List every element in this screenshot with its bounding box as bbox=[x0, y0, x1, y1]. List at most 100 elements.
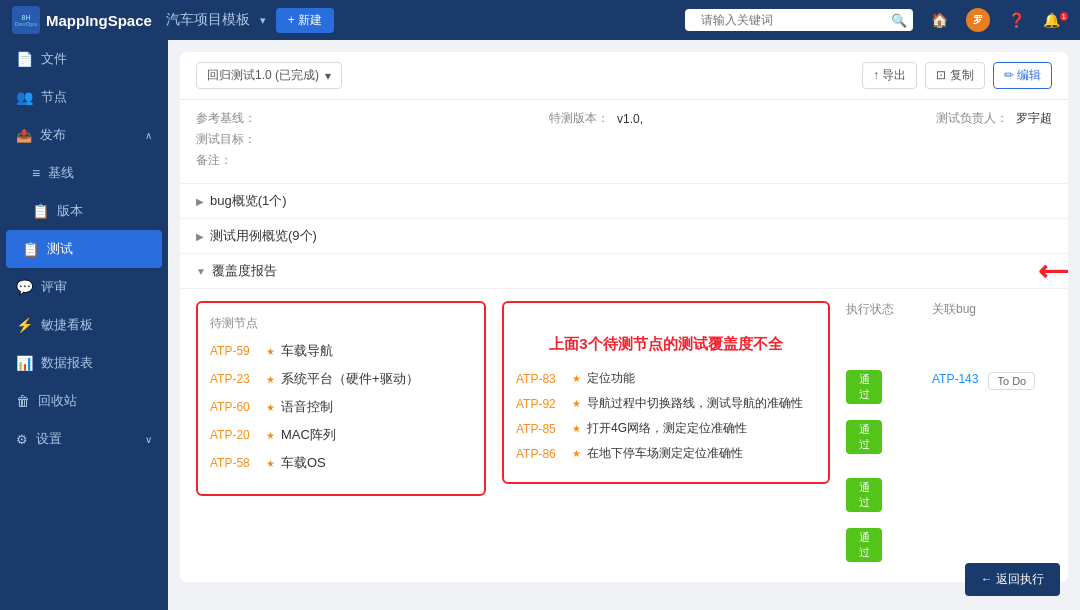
sidebar-item-dashboard[interactable]: ⚡ 敏捷看板 bbox=[0, 306, 168, 344]
nodes-icon: 👥 bbox=[16, 89, 33, 105]
project-dropdown-icon[interactable]: ▾ bbox=[260, 14, 266, 27]
sidebar-item-settings[interactable]: ⚙ 设置 ∨ bbox=[0, 420, 168, 458]
coverage-section-label: 覆盖度报告 bbox=[212, 262, 277, 280]
testcases-section-header[interactable]: ▶ 测试用例概览(9个) bbox=[180, 219, 1068, 254]
settings-expand-icon: ∨ bbox=[145, 434, 152, 445]
dashboard-icon: ⚡ bbox=[16, 317, 33, 333]
target-label: 测试目标： bbox=[196, 131, 256, 148]
topbar: 8H DevOps MappIngSpace 汽车项目模板 ▾ + 新建 🔍 🏠… bbox=[0, 0, 1080, 40]
case-row-atp86: ATP-86 ★ 在地下停车场测定定位准确性 bbox=[516, 445, 816, 462]
bug-group2 bbox=[932, 478, 1052, 570]
breadcrumb-dropdown-icon: ▾ bbox=[325, 69, 331, 83]
status-badge-atp86: 通过 bbox=[846, 528, 882, 562]
logo: 8H DevOps MappIngSpace bbox=[12, 6, 152, 34]
case-group-2: ATP-85 ★ 打开4G网络，测定定位准确性 ATP-86 ★ 在地下停车场测… bbox=[516, 420, 816, 462]
col-headers-row: 执行状态 关联bug bbox=[846, 301, 1052, 318]
status-col-header: 执行状态 bbox=[846, 301, 916, 318]
meta-target: 测试目标： bbox=[196, 131, 1052, 148]
coverage-warning: 上面3个待测节点的测试覆盖度不全 bbox=[516, 335, 816, 354]
sidebar-item-nodes[interactable]: 👥 节点 bbox=[0, 78, 168, 116]
testcases-section-label: 测试用例概览(9个) bbox=[210, 227, 317, 245]
coverage-section-header[interactable]: ▼ 覆盖度报告 ⟵ bbox=[180, 254, 1068, 289]
test-icon: 📋 bbox=[22, 241, 39, 257]
version-value: v1.0, bbox=[617, 112, 643, 126]
sidebar-item-test[interactable]: 📋 测试 bbox=[6, 230, 162, 268]
trash-icon: 🗑 bbox=[16, 393, 30, 409]
bugs-section-header[interactable]: ▶ bug概览(1个) bbox=[180, 184, 1068, 219]
sidebar-item-publish[interactable]: 📤 发布 ∧ bbox=[0, 116, 168, 154]
status-group2: 通过 通过 bbox=[846, 478, 916, 570]
testcases-toggle-icon: ▶ bbox=[196, 231, 204, 242]
breadcrumb-label: 回归测试1.0 (已完成) bbox=[207, 67, 319, 84]
status-badge-atp92: 通过 bbox=[846, 420, 882, 454]
version-label: 特测版本： bbox=[549, 110, 609, 127]
sidebar-item-files[interactable]: 📄 文件 bbox=[0, 40, 168, 78]
owner-label: 测试负责人： bbox=[936, 110, 1008, 127]
sidebar-item-reports[interactable]: 📊 数据报表 bbox=[0, 344, 168, 382]
case-row-atp92: ATP-92 ★ 导航过程中切换路线，测试导航的准确性 bbox=[516, 395, 816, 412]
meta-baseline: 参考基线： 特测版本： v1.0, 测试负责人： 罗宇超 bbox=[196, 110, 1052, 127]
header-actions: ↑ 导出 ⊡ 复制 ✏ 编辑 bbox=[862, 62, 1052, 89]
sidebar: 📄 文件 👥 节点 📤 发布 ∧ ≡ 基线 📋 版本 📋 bbox=[0, 40, 168, 610]
project-title: 汽车项目模板 bbox=[166, 11, 250, 29]
bug-link-atp143[interactable]: ATP-143 bbox=[932, 372, 978, 386]
baseline-label: 参考基线： bbox=[196, 110, 256, 127]
status-bug-row2: 通过 通过 bbox=[846, 478, 1052, 570]
case-row-atp85: ATP-85 ★ 打开4G网络，测定定位准确性 bbox=[516, 420, 816, 437]
sidebar-item-baseline[interactable]: ≡ 基线 bbox=[8, 154, 168, 192]
node-item-atp20[interactable]: ATP-20 ★ MAC阵列 bbox=[210, 426, 472, 444]
nodes-panel: 待测节点 ATP-59 ★ 车载导航 ATP-23 ★ 系统平台（硬件+驱动） bbox=[196, 301, 486, 496]
baseline-icon: ≡ bbox=[32, 165, 40, 181]
reports-icon: 📊 bbox=[16, 355, 33, 371]
notification-icon[interactable]: 🔔1 bbox=[1043, 12, 1068, 28]
cases-panel: 上面3个待测节点的测试覆盖度不全 ATP-83 ★ 定位功能 ATP-92 ★ … bbox=[502, 301, 830, 484]
coverage-area: 待测节点 ATP-59 ★ 车载导航 ATP-23 ★ 系统平台（硬件+驱动） bbox=[180, 289, 1068, 582]
status-badge-atp85: 通过 bbox=[846, 478, 882, 512]
spacer bbox=[846, 318, 1052, 370]
content-area: 回归测试1.0 (已完成) ▾ ↑ 导出 ⊡ 复制 ✏ 编辑 参考基线： 特测版… bbox=[180, 52, 1068, 582]
status-bug-row1: 通过 通过 ATP-143 To Do bbox=[846, 370, 1052, 462]
status-group1: 通过 通过 bbox=[846, 370, 916, 462]
owner-value: 罗宇超 bbox=[1016, 110, 1052, 127]
publish-expand-icon: ∧ bbox=[145, 130, 152, 141]
red-arrow: ⟵ bbox=[1038, 255, 1068, 288]
main-content: 回归测试1.0 (已完成) ▾ ↑ 导出 ⊡ 复制 ✏ 编辑 参考基线： 特测版… bbox=[168, 40, 1080, 610]
breadcrumb-select[interactable]: 回归测试1.0 (已完成) ▾ bbox=[196, 62, 342, 89]
sidebar-item-review[interactable]: 💬 评审 bbox=[0, 268, 168, 306]
meta-note: 备注： bbox=[196, 152, 1052, 169]
bug-col-header: 关联bug bbox=[932, 301, 1052, 318]
export-button[interactable]: ↑ 导出 bbox=[862, 62, 917, 89]
bugs-toggle-icon: ▶ bbox=[196, 196, 204, 207]
node-item-atp59[interactable]: ATP-59 ★ 车载导航 bbox=[210, 342, 472, 360]
home-icon[interactable]: 🏠 bbox=[931, 12, 948, 28]
case-row-atp83: ATP-83 ★ 定位功能 bbox=[516, 370, 816, 387]
publish-icon: 📤 bbox=[16, 128, 32, 143]
search-input[interactable] bbox=[691, 9, 891, 31]
node-item-atp60[interactable]: ATP-60 ★ 语音控制 bbox=[210, 398, 472, 416]
copy-button[interactable]: ⊡ 复制 bbox=[925, 62, 984, 89]
back-btn-wrapper: ← 返回执行 bbox=[965, 563, 1060, 596]
app-name: MappIngSpace bbox=[46, 12, 152, 29]
back-button[interactable]: ← 返回执行 bbox=[965, 563, 1060, 596]
edit-button[interactable]: ✏ 编辑 bbox=[993, 62, 1052, 89]
right-cols: 执行状态 关联bug 通过 通过 bbox=[846, 301, 1052, 570]
node-item-atp58[interactable]: ATP-58 ★ 车载OS bbox=[210, 454, 472, 472]
note-label: 备注： bbox=[196, 152, 256, 169]
case-group-1: ATP-83 ★ 定位功能 ATP-92 ★ 导航过程中切换路线，测试导航的准确… bbox=[516, 370, 816, 412]
nodes-panel-title: 待测节点 bbox=[210, 315, 472, 332]
coverage-toggle-icon: ▼ bbox=[196, 266, 206, 277]
status-badge-atp83: 通过 bbox=[846, 370, 882, 404]
search-wrap: 🔍 bbox=[685, 9, 913, 31]
node-item-atp23[interactable]: ATP-23 ★ 系统平台（硬件+驱动） bbox=[210, 370, 472, 388]
meta-section: 参考基线： 特测版本： v1.0, 测试负责人： 罗宇超 测试目标： 备注： bbox=[180, 100, 1068, 184]
search-icon[interactable]: 🔍 bbox=[891, 13, 907, 28]
sidebar-item-trash[interactable]: 🗑 回收站 bbox=[0, 382, 168, 420]
logo-icon: 8H DevOps bbox=[12, 6, 40, 34]
sidebar-item-version[interactable]: 📋 版本 bbox=[8, 192, 168, 230]
help-icon[interactable]: ❓ bbox=[1008, 12, 1025, 28]
new-button[interactable]: + 新建 bbox=[276, 8, 334, 33]
content-header: 回归测试1.0 (已完成) ▾ ↑ 导出 ⊡ 复制 ✏ 编辑 bbox=[180, 52, 1068, 100]
settings-icon: ⚙ bbox=[16, 432, 28, 447]
todo-badge: To Do bbox=[988, 372, 1035, 390]
avatar: 罗 bbox=[966, 8, 990, 32]
